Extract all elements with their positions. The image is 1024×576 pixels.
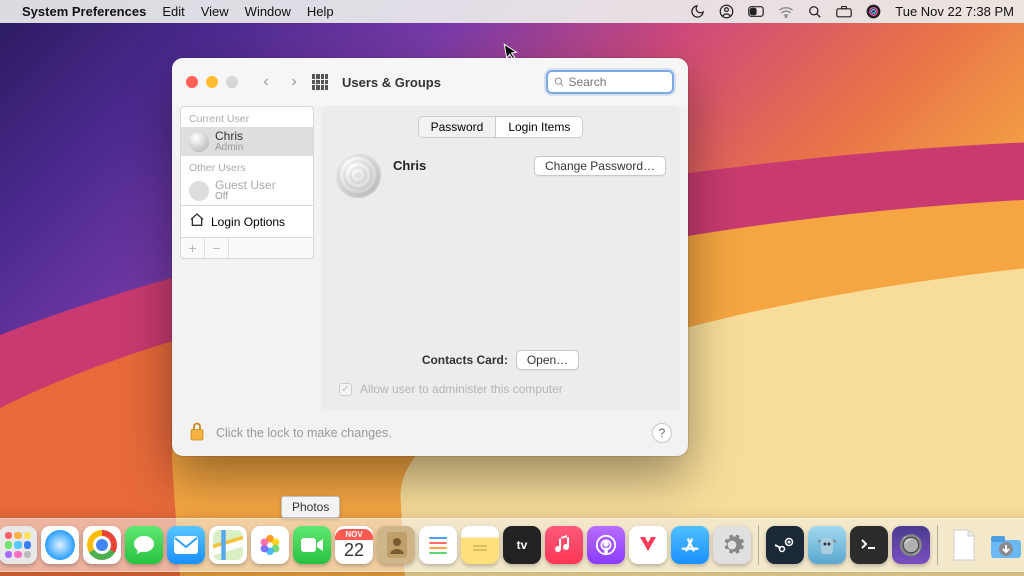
- help-button[interactable]: ?: [652, 423, 672, 443]
- dock-downloads[interactable]: [987, 526, 1024, 564]
- change-password-button[interactable]: Change Password…: [534, 156, 666, 176]
- user-role: Admin: [215, 142, 243, 153]
- menu-window[interactable]: Window: [245, 4, 291, 19]
- menubar-clock[interactable]: Tue Nov 22 7:38 PM: [895, 4, 1014, 19]
- dock-launchpad[interactable]: [0, 526, 37, 564]
- window-toolbar: ‹ › Users & Groups: [172, 58, 688, 106]
- tab-login-items[interactable]: Login Items: [495, 117, 582, 137]
- user-name: Chris: [215, 130, 243, 142]
- dock-maps[interactable]: [209, 526, 247, 564]
- calendar-day: 22: [344, 540, 364, 562]
- wifi-icon[interactable]: [778, 5, 794, 18]
- tabs: Password Login Items: [418, 116, 584, 138]
- guest-avatar-icon: [189, 181, 209, 201]
- login-options[interactable]: Login Options: [181, 205, 313, 237]
- dock-reminders[interactable]: [419, 526, 457, 564]
- zoom-button: [226, 76, 238, 88]
- control-center-icon[interactable]: [748, 5, 764, 18]
- window-footer: Click the lock to make changes. ?: [172, 410, 688, 456]
- menu-edit[interactable]: Edit: [162, 4, 184, 19]
- sidebar-user-chris[interactable]: Chris Admin: [181, 127, 313, 156]
- add-user-button: +: [181, 238, 205, 258]
- show-all-button[interactable]: [312, 74, 328, 90]
- dock-calendar[interactable]: NOV 22: [335, 526, 373, 564]
- menu-help[interactable]: Help: [307, 4, 334, 19]
- forward-button: ›: [284, 73, 304, 91]
- main-panel: Password Login Items Chris Change Passwo…: [321, 106, 680, 410]
- user-switch-icon[interactable]: [719, 4, 734, 19]
- do-not-disturb-icon[interactable]: [690, 4, 705, 19]
- close-button[interactable]: [186, 76, 198, 88]
- remove-user-button: −: [205, 238, 229, 258]
- user-picture[interactable]: [335, 152, 381, 198]
- guest-role: Off: [215, 191, 276, 202]
- dock-terminal[interactable]: [850, 526, 888, 564]
- allow-admin-row: ✓ Allow user to administer this computer: [339, 382, 563, 396]
- dock-system-preferences[interactable]: [713, 526, 751, 564]
- house-icon: [189, 212, 205, 231]
- dock-safari[interactable]: [41, 526, 79, 564]
- dock-messages[interactable]: [125, 526, 163, 564]
- user-avatar-icon: [189, 132, 209, 152]
- app-menu[interactable]: System Preferences: [22, 4, 146, 19]
- dock-tooltip: Photos: [281, 496, 340, 518]
- login-options-label: Login Options: [211, 215, 285, 229]
- current-user-header: Current User: [181, 107, 313, 127]
- dock-separator: [758, 525, 759, 565]
- guest-name: Guest User: [215, 179, 276, 191]
- add-remove-user: + −: [180, 238, 314, 259]
- tab-password[interactable]: Password: [419, 117, 496, 137]
- allow-admin-label: Allow user to administer this computer: [360, 382, 563, 396]
- dock-app-purple[interactable]: 🔘: [892, 526, 930, 564]
- dock-photos[interactable]: [251, 526, 289, 564]
- keyboard-input-icon[interactable]: [836, 6, 852, 18]
- sidebar-user-guest[interactable]: Guest User Off: [181, 176, 313, 205]
- open-contacts-button[interactable]: Open…: [516, 350, 579, 370]
- user-fullname: Chris: [393, 158, 426, 173]
- allow-admin-checkbox: ✓: [339, 383, 352, 396]
- dock-chrome[interactable]: [83, 526, 121, 564]
- calendar-month: NOV: [335, 529, 373, 540]
- dock-news[interactable]: [629, 526, 667, 564]
- dock-notes[interactable]: [461, 526, 499, 564]
- siri-icon[interactable]: [866, 4, 881, 19]
- dock-document[interactable]: [945, 526, 983, 564]
- window-title: Users & Groups: [342, 75, 441, 90]
- dock-automator[interactable]: [808, 526, 846, 564]
- dock-separator: [937, 525, 938, 565]
- dock-appstore[interactable]: [671, 526, 709, 564]
- other-users-header: Other Users: [181, 156, 313, 176]
- back-button[interactable]: ‹: [256, 73, 276, 91]
- minimize-button[interactable]: [206, 76, 218, 88]
- dock-tv[interactable]: tv: [503, 526, 541, 564]
- dock-music[interactable]: [545, 526, 583, 564]
- dock-podcasts[interactable]: [587, 526, 625, 564]
- menu-view[interactable]: View: [201, 4, 229, 19]
- contacts-card-label: Contacts Card:: [422, 353, 508, 367]
- lock-text: Click the lock to make changes.: [216, 426, 392, 440]
- dock-facetime[interactable]: [293, 526, 331, 564]
- lock-icon[interactable]: [188, 420, 206, 447]
- dock-contacts[interactable]: [377, 526, 415, 564]
- users-sidebar: Current User Chris Admin Other Users Gue…: [180, 106, 314, 238]
- menubar: System Preferences Edit View Window Help…: [0, 0, 1024, 23]
- dock: NOV 22 tv 🔘: [0, 518, 1024, 572]
- dock-steam[interactable]: [766, 526, 804, 564]
- search-input[interactable]: [568, 75, 666, 89]
- search-field[interactable]: [546, 70, 674, 94]
- dock-mail[interactable]: [167, 526, 205, 564]
- users-groups-window: ‹ › Users & Groups Current User Chris Ad…: [172, 58, 688, 456]
- spotlight-icon[interactable]: [808, 5, 822, 19]
